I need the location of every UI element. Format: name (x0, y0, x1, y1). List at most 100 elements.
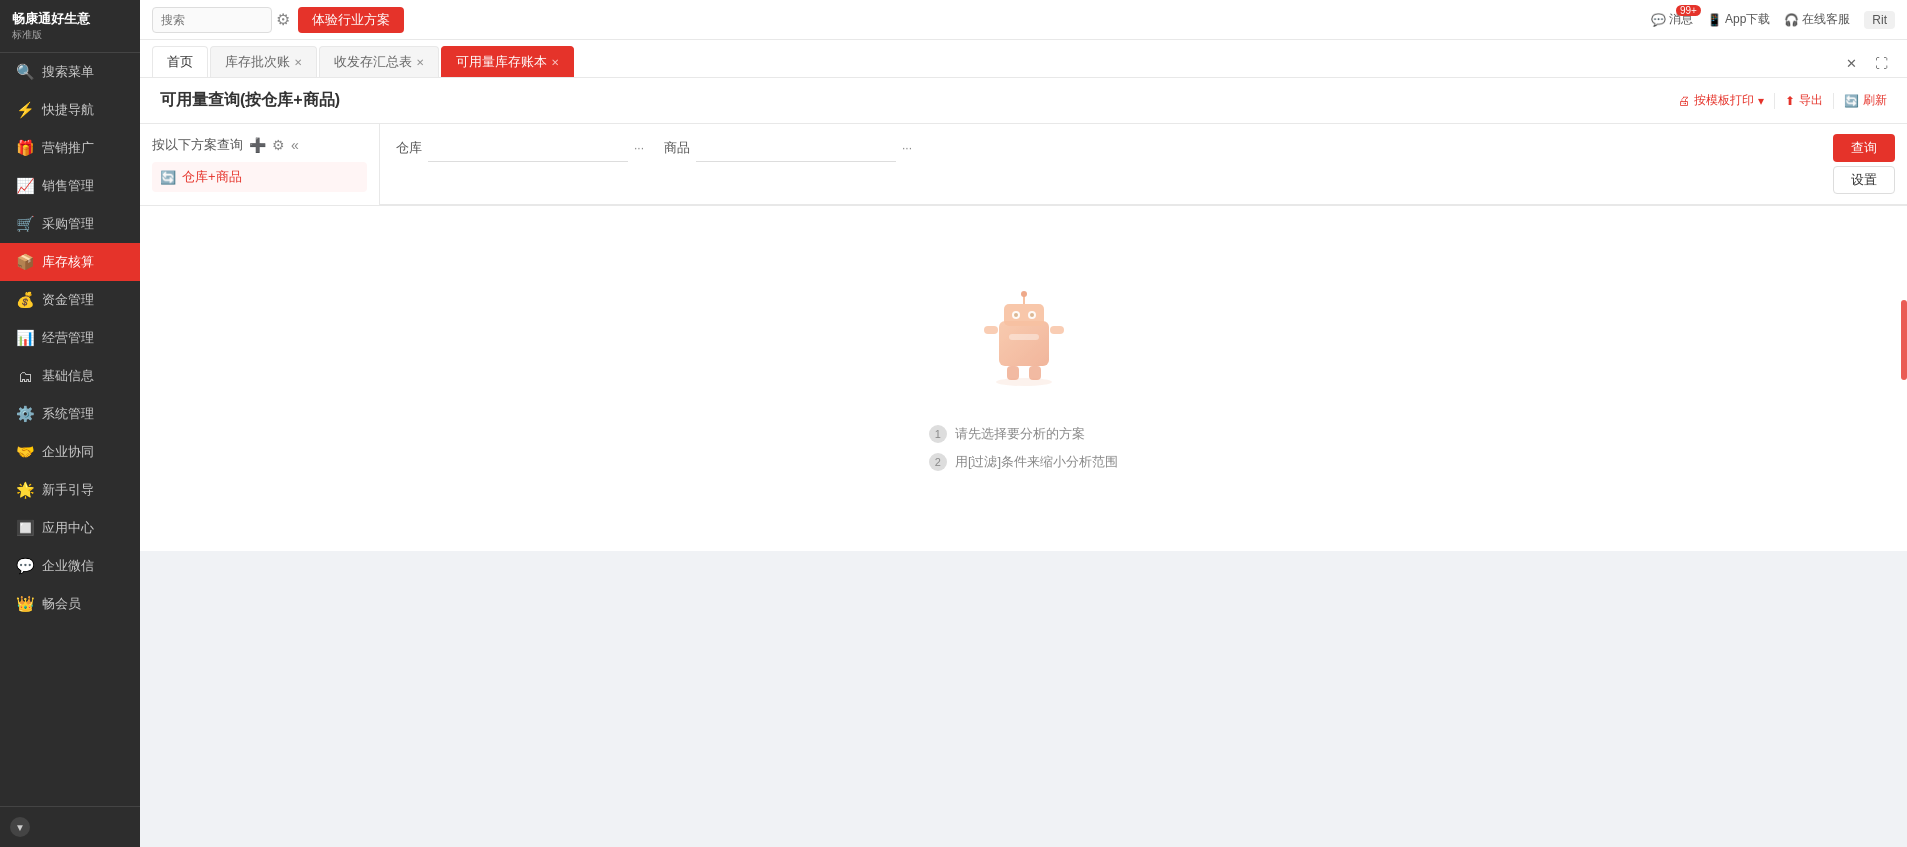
goods-field-label: 商品 (664, 139, 690, 157)
filter-field-goods: 商品 ··· (664, 134, 912, 162)
main-content: ⚙ 体验行业方案 💬 消息 99+ 📱 App下载 🎧 在线客服 (140, 0, 1907, 847)
filter-scheme-panel: 按以下方案查询 ➕ ⚙ « 🔄 仓库+商品 (140, 124, 380, 205)
sidebar-scroll: 🔍 搜索菜单 ⚡ 快捷导航 🎁 营销推广 📈 销售管理 🛒 采购管理 📦 (0, 53, 140, 806)
warehouse-input[interactable] (428, 134, 628, 162)
export-label: 导出 (1799, 92, 1823, 109)
tab-batch-close[interactable]: ✕ (294, 57, 302, 68)
filter-scheme-header: 按以下方案查询 ➕ ⚙ « (152, 136, 367, 154)
tab-home[interactable]: 首页 (152, 46, 208, 77)
sidebar-label-inventory: 库存核算 (42, 253, 94, 271)
refresh-btn[interactable]: 🔄 刷新 (1844, 92, 1887, 109)
service-btn[interactable]: 🎧 在线客服 (1784, 11, 1850, 28)
logo-title: 畅康通好生意 (12, 10, 128, 28)
sidebar-label-system: 系统管理 (42, 405, 94, 423)
sidebar-item-quicknav[interactable]: ⚡ 快捷导航 (0, 91, 140, 129)
inventory-icon: 📦 (16, 253, 34, 271)
sidebar-item-search[interactable]: 🔍 搜索菜单 (0, 53, 140, 91)
tab-available[interactable]: 可用量库存账本 ✕ (441, 46, 574, 77)
empty-illustration (974, 286, 1074, 405)
export-icon: ⬆ (1785, 94, 1795, 108)
svg-rect-10 (1009, 334, 1039, 340)
sidebar-scroll-down-btn[interactable]: ▼ (10, 817, 30, 837)
sidebar-label-sales: 销售管理 (42, 177, 94, 195)
marketing-icon: 🎁 (16, 139, 34, 157)
sidebar-label-marketing: 营销推广 (42, 139, 94, 157)
svg-point-4 (1014, 313, 1018, 317)
app-download-btn[interactable]: 📱 App下载 (1707, 11, 1770, 28)
collapse-scheme-icon[interactable]: « (291, 137, 299, 153)
svg-rect-9 (1050, 326, 1064, 334)
sidebar-item-purchase[interactable]: 🛒 采购管理 (0, 205, 140, 243)
service-label: 在线客服 (1802, 11, 1850, 28)
refresh-icon: 🔄 (1844, 94, 1859, 108)
goods-more-btn[interactable]: ··· (902, 141, 912, 155)
trial-btn[interactable]: 体验行业方案 (298, 7, 404, 33)
filter-fields-area: 仓库 ··· 商品 ··· 查询 设置 (380, 124, 1907, 205)
svg-point-5 (1030, 313, 1034, 317)
msg-badge: 99+ (1676, 5, 1701, 16)
sidebar-item-sales[interactable]: 📈 销售管理 (0, 167, 140, 205)
print-label: 按模板打印 (1694, 92, 1754, 109)
tab-close-all-btn[interactable]: ✕ (1837, 49, 1865, 77)
msg-icon: 💬 (1651, 13, 1666, 27)
sidebar-label-appcenter: 应用中心 (42, 519, 94, 537)
add-scheme-icon[interactable]: ➕ (249, 137, 266, 153)
svg-rect-1 (1004, 304, 1044, 326)
topbar-search-input[interactable] (152, 7, 272, 33)
member-icon: 👑 (16, 595, 34, 613)
sidebar-item-inventory[interactable]: 📦 库存核算 (0, 243, 140, 281)
tab-summary[interactable]: 收发存汇总表 ✕ (319, 46, 439, 77)
tab-summary-close[interactable]: ✕ (416, 57, 424, 68)
scheme-item-label: 仓库+商品 (182, 168, 242, 186)
msg-btn[interactable]: 💬 消息 99+ (1651, 11, 1693, 28)
sidebar-item-operations[interactable]: 📊 经营管理 (0, 319, 140, 357)
hint-text-1: 请先选择要分析的方案 (955, 425, 1085, 443)
sidebar-item-finance[interactable]: 💰 资金管理 (0, 281, 140, 319)
tab-batch[interactable]: 库存批次账 ✕ (210, 46, 317, 77)
sidebar-item-newguide[interactable]: 🌟 新手引导 (0, 471, 140, 509)
sidebar-item-enterprise[interactable]: 🤝 企业协同 (0, 433, 140, 471)
query-btns: 查询 设置 (1821, 124, 1907, 204)
print-btn[interactable]: 🖨 按模板打印 ▾ (1678, 92, 1764, 109)
tab-available-close[interactable]: ✕ (551, 57, 559, 68)
page-content: 可用量查询(按仓库+商品) 🖨 按模板打印 ▾ ⬆ 导出 🔄 (140, 78, 1907, 847)
sidebar-item-system[interactable]: ⚙️ 系统管理 (0, 395, 140, 433)
app-logo: 畅康通好生意 标准版 (0, 0, 140, 53)
sidebar-item-member[interactable]: 👑 畅会员 (0, 585, 140, 623)
user-menu[interactable]: Rit (1864, 11, 1895, 29)
warehouse-more-btn[interactable]: ··· (634, 141, 644, 155)
topbar-search-area: ⚙ (152, 7, 290, 33)
tab-batch-label: 库存批次账 (225, 53, 290, 71)
svg-rect-0 (999, 321, 1049, 366)
export-btn[interactable]: ⬆ 导出 (1785, 92, 1823, 109)
svg-rect-12 (1029, 366, 1041, 380)
goods-input[interactable] (696, 134, 896, 162)
search-icon: 🔍 (16, 63, 34, 81)
appcenter-icon: 🔲 (16, 519, 34, 537)
headset-icon: 🎧 (1784, 13, 1799, 27)
sidebar-item-appcenter[interactable]: 🔲 应用中心 (0, 509, 140, 547)
sidebar-item-basic[interactable]: 🗂 基础信息 (0, 357, 140, 395)
sidebar-label-purchase: 采购管理 (42, 215, 94, 233)
sidebar-item-wechat[interactable]: 💬 企业微信 (0, 547, 140, 585)
gear-icon[interactable]: ⚙ (276, 10, 290, 29)
tab-expand-btn[interactable]: ⛶ (1867, 49, 1895, 77)
settings-scheme-icon[interactable]: ⚙ (272, 137, 285, 153)
settings-btn[interactable]: 设置 (1833, 166, 1895, 194)
print-dropdown-icon: ▾ (1758, 94, 1764, 108)
sidebar-label-wechat: 企业微信 (42, 557, 94, 575)
sidebar-item-marketing[interactable]: 🎁 营销推广 (0, 129, 140, 167)
empty-hint-2: 2 用[过滤]条件来缩小分析范围 (929, 453, 1118, 471)
finance-icon: 💰 (16, 291, 34, 309)
right-edge-indicator (1901, 300, 1907, 380)
scheme-item-warehouse-goods[interactable]: 🔄 仓库+商品 (152, 162, 367, 192)
refresh-label: 刷新 (1863, 92, 1887, 109)
print-icon: 🖨 (1678, 94, 1690, 108)
wechat-icon: 💬 (16, 557, 34, 575)
svg-rect-8 (984, 326, 998, 334)
enterprise-icon: 🤝 (16, 443, 34, 461)
tab-home-label: 首页 (167, 53, 193, 71)
query-btn[interactable]: 查询 (1833, 134, 1895, 162)
sidebar-label-member: 畅会员 (42, 595, 81, 613)
sidebar-label-search: 搜索菜单 (42, 63, 94, 81)
